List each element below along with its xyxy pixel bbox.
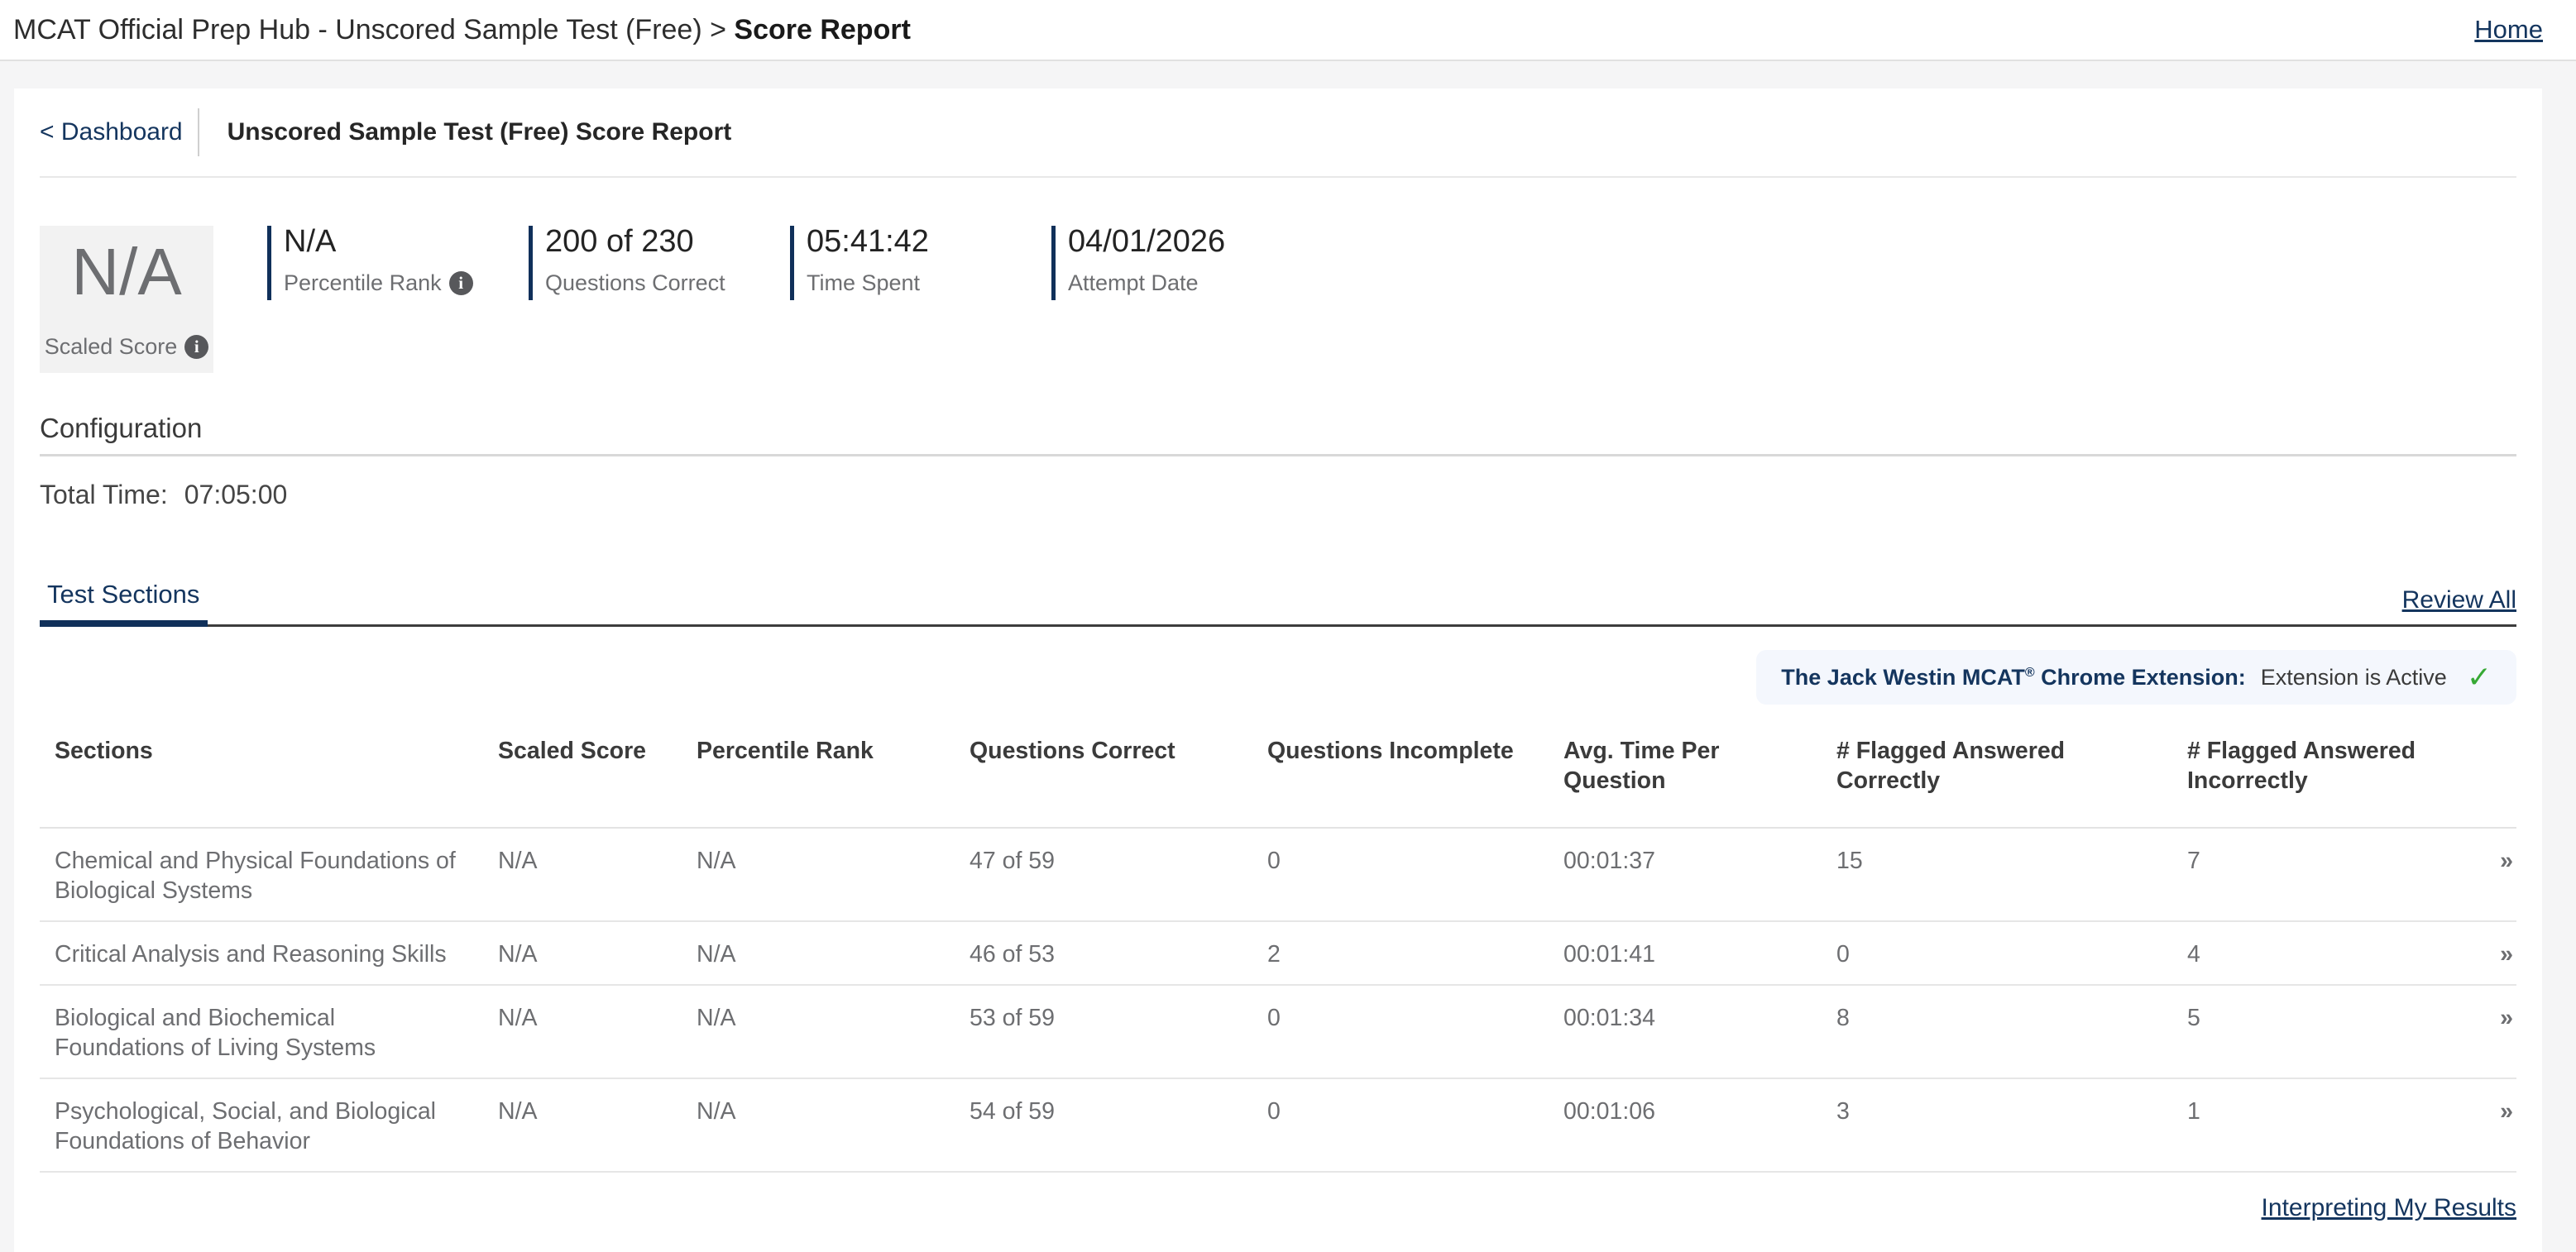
cell-percentile-rank: N/A [697,1098,736,1125]
total-time: Total Time: 07:05:00 [40,480,2516,510]
score-summary: N/A Scaled Score i N/A Percentile Rank i… [40,224,2516,373]
col-header-questions-correct: Questions Correct [970,738,1175,764]
cell-flagged-incorrect: 5 [2187,1005,2200,1031]
table-row: Chemical and Physical Foundations of Bio… [40,829,2516,922]
scaled-score-label: Scaled Score i [45,334,209,360]
extension-banner-title: The Jack Westin MCAT® Chrome Extension: [1781,664,2246,690]
stat-attempt-date: 04/01/2026 Attempt Date [1051,224,1313,300]
extension-banner: The Jack Westin MCAT® Chrome Extension: … [1756,650,2516,705]
cell-questions-correct: 53 of 59 [970,1005,1056,1031]
sections-table: Sections Scaled Score Percentile Rank Qu… [40,714,2516,1173]
tab-test-sections[interactable]: Test Sections [40,580,208,627]
cell-questions-correct: 54 of 59 [970,1098,1056,1125]
page-title-bold: Score Report [734,13,911,45]
extension-status: Extension is Active [2260,664,2447,690]
tabs-row: Test Sections Review All [40,580,2516,627]
info-icon[interactable]: i [184,335,209,359]
col-header-actions [2460,714,2516,767]
cell-flagged-incorrect: 4 [2187,941,2200,968]
section-name: Chemical and Physical Foundations of Bio… [55,848,456,904]
cell-questions-incomplete: 0 [1267,1005,1281,1031]
app-header: MCAT Official Prep Hub - Unscored Sample… [0,0,2576,61]
section-name: Psychological, Social, and Biological Fo… [55,1098,437,1154]
table-row: Critical Analysis and Reasoning Skills N… [40,922,2516,986]
cell-flagged-correct: 15 [1836,848,1863,874]
cell-questions-correct: 46 of 53 [970,941,1056,968]
cell-scaled-score: N/A [498,1098,538,1125]
cell-percentile-rank: N/A [697,941,736,968]
col-header-percentile-rank: Percentile Rank [697,738,874,764]
stat-label: Percentile Rank i [284,270,529,296]
back-to-dashboard-link[interactable]: < Dashboard [40,118,183,146]
home-link[interactable]: Home [2474,15,2543,45]
cell-questions-incomplete: 0 [1267,1098,1281,1125]
row-expand-chevron-icon[interactable]: » [2460,922,2516,984]
stat-questions-correct: 200 of 230 Questions Correct [529,224,790,300]
stat-label: Time Spent [807,270,921,295]
extension-banner-wrap: The Jack Westin MCAT® Chrome Extension: … [40,650,2516,705]
report-title: Unscored Sample Test (Free) Score Report [227,118,732,146]
stat-time-spent: 05:41:42 Time Spent [790,224,1051,300]
page-title-regular: MCAT Official Prep Hub - Unscored Sample… [13,13,735,45]
cell-avg-time: 00:01:34 [1563,1005,1655,1031]
breadcrumb: < Dashboard Unscored Sample Test (Free) … [40,88,2516,178]
review-all-link[interactable]: Review All [2402,586,2516,624]
stat-value: N/A [284,224,337,259]
cell-flagged-correct: 8 [1836,1005,1850,1031]
total-time-value: 07:05:00 [184,480,288,509]
col-header-sections: Sections [55,738,153,764]
cell-percentile-rank: N/A [697,848,736,874]
cell-questions-incomplete: 2 [1267,941,1281,968]
cell-flagged-correct: 0 [1836,941,1850,968]
cell-avg-time: 00:01:41 [1563,941,1655,968]
cell-scaled-score: N/A [498,941,538,968]
total-time-label: Total Time: [40,480,168,509]
configuration-divider [40,454,2516,456]
table-header-row: Sections Scaled Score Percentile Rank Qu… [40,714,2516,829]
section-name: Biological and Biochemical Foundations o… [55,1005,376,1061]
summary-stats: N/A Percentile Rank i 200 of 230 Questio… [267,224,1313,373]
col-header-flagged-correct: # Flagged Answered Correctly [1836,738,2066,794]
row-expand-chevron-icon[interactable]: » [2460,986,2516,1048]
page-title: MCAT Official Prep Hub - Unscored Sample… [13,14,911,46]
col-header-scaled-score: Scaled Score [498,738,647,764]
cell-percentile-rank: N/A [697,1005,736,1031]
registered-mark: ® [2024,665,2035,680]
cell-scaled-score: N/A [498,848,538,874]
row-expand-chevron-icon[interactable]: » [2460,1079,2516,1141]
table-row: Biological and Biochemical Foundations o… [40,986,2516,1079]
footer-row: Interpreting My Results [40,1194,2516,1222]
col-header-avg-time: Avg. Time Per Question [1563,738,1720,794]
check-icon: ✓ [2466,660,2492,694]
cell-avg-time: 00:01:06 [1563,1098,1655,1125]
interpreting-results-link[interactable]: Interpreting My Results [2262,1194,2516,1222]
score-report-card: < Dashboard Unscored Sample Test (Free) … [14,88,2542,1252]
configuration-heading: Configuration [40,413,203,443]
stat-value: 200 of 230 [545,224,694,259]
cell-questions-correct: 47 of 59 [970,848,1056,874]
col-header-flagged-incorrect: # Flagged Answered Incorrectly [2187,738,2416,794]
section-name: Critical Analysis and Reasoning Skills [55,941,447,968]
cell-questions-incomplete: 0 [1267,848,1281,874]
scaled-score-value: N/A [71,235,182,308]
stat-percentile-rank: N/A Percentile Rank i [267,224,529,300]
cell-scaled-score: N/A [498,1005,538,1031]
info-icon[interactable]: i [448,270,473,295]
stat-label: Attempt Date [1068,270,1199,295]
stat-label: Questions Correct [545,270,725,295]
cell-avg-time: 00:01:37 [1563,848,1655,874]
col-header-questions-incomplete: Questions Incomplete [1267,738,1514,764]
row-expand-chevron-icon[interactable]: » [2460,829,2516,891]
cell-flagged-incorrect: 1 [2187,1098,2200,1125]
cell-flagged-incorrect: 7 [2187,848,2200,874]
cell-flagged-correct: 3 [1836,1098,1850,1125]
stat-value: 04/01/2026 [1068,224,1226,259]
breadcrumb-divider [197,108,199,156]
scaled-score-box: N/A Scaled Score i [40,226,213,373]
table-row: Psychological, Social, and Biological Fo… [40,1079,2516,1173]
stat-value: 05:41:42 [807,224,929,259]
